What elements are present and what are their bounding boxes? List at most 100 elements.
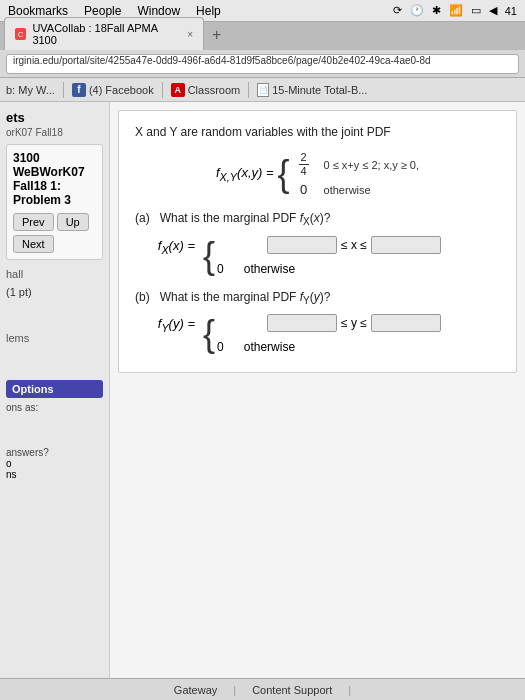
joint-pdf-piecewise: fX,Y(x,y) = { 2 4 0 ≤ x+y ≤ 2; x,y ≥ 0, [216,151,419,197]
pt-label: (1 pt) [6,282,103,302]
problem-header: 3100 WeBWorK07 Fall18 1: Problem 3 Prev … [6,144,103,260]
bookmarks-bar: b: My W... f (4) Facebook A Classroom 📄 … [0,78,525,102]
part-b-text: What is the marginal PDF fY(y)? [160,290,331,304]
left-brace: { [278,156,290,192]
sidebar-ets-label: ets [6,110,25,125]
part-b-constraint: ≤ y ≤ [267,314,441,332]
bookmark-fifteen[interactable]: 📄 15-Minute Total-B... [257,83,367,97]
footer-sep1: | [233,684,236,696]
footer: Gateway | Content Support | [0,678,525,700]
part-b-answer: fY(y) = { ≤ y ≤ [135,314,500,354]
menubar-right: ⟳ 🕐 ✱ 📶 ▭ ◀ 41 [393,4,517,17]
pdf-val-zero: 0 [294,182,314,197]
frac-denominator: 4 [299,165,309,178]
bookmark-facebook[interactable]: f (4) Facebook [72,83,154,97]
part-b-lower-input[interactable] [267,314,337,332]
part-a-answer: fX(x) = { ≤ x ≤ [135,236,500,276]
menu-window[interactable]: Window [137,4,180,18]
prev-button[interactable]: Prev [13,213,54,231]
bookmark-sep-1 [63,82,64,98]
part-b-otherwise-row: 0 otherwise [217,340,441,354]
main-problem-area: X and Y are random variables with the jo… [110,102,525,678]
tab-favicon: C [15,28,26,40]
facebook-icon: f [72,83,86,97]
part-a-cases: ≤ x ≤ 0 otherwise [217,236,441,276]
tab-close-btn[interactable]: × [187,29,193,40]
battery-number: 41 [505,5,517,17]
items-label: lems [6,332,103,344]
menu-bookmarks[interactable]: Bookmarks [8,4,68,18]
part-a-label: (a) [135,211,150,225]
part-a-otherwise-label: otherwise [244,262,295,276]
answers-sub2: ns [6,469,103,480]
part-a-text: What is the marginal PDF fX(x)? [160,211,331,225]
problem-description: X and Y are random variables with the jo… [135,125,500,139]
clock-icon: 🕐 [410,4,424,17]
part-a-lower-input[interactable] [267,236,337,254]
pdf-cond-1: 0 ≤ x+y ≤ 2; x,y ≥ 0, [324,159,419,171]
pdf-function-name: fX,Y(x,y) = [216,165,274,183]
pdf-case-otherwise: 0 otherwise [294,182,419,197]
footer-gateway[interactable]: Gateway [174,684,217,696]
sidebar-subtitle: orK07 Fall18 [6,127,103,138]
pdf-cases: 2 4 0 ≤ x+y ≤ 2; x,y ≥ 0, 0 otherwise [294,151,419,197]
bookmark-sep-2 [162,82,163,98]
address-input[interactable]: irginia.edu/portal/site/4255a47e-0dd9-49… [6,54,519,74]
bluetooth-icon: ✱ [432,4,441,17]
pdf-otherwise: otherwise [324,184,371,196]
part-a-brace-wrap: { ≤ x ≤ 0 otherwise [203,236,441,276]
part-a-constraint: ≤ x ≤ [267,236,441,254]
part-b-question: (b) What is the marginal PDF fY(y)? [135,290,500,306]
footer-support[interactable]: Content Support [252,684,332,696]
myw-label: b: My W... [6,84,55,96]
part-a-func-label: fX(x) = [135,236,195,256]
part-b-input-expr [217,316,257,330]
menu-people[interactable]: People [84,4,121,18]
part-b-brace-wrap: { ≤ y ≤ 0 otherwise [203,314,441,354]
monitor-icon: ▭ [471,4,481,17]
part-a-brace: { [203,238,215,274]
part-b-brace: { [203,316,215,352]
part-a-input-expr [217,238,257,252]
bookmark-classroom[interactable]: A Classroom [171,83,241,97]
joint-pdf-math: fX,Y(x,y) = { 2 4 0 ≤ x+y ≤ 2; x,y ≥ 0, [135,151,500,197]
hall-label: hall [6,268,103,280]
new-tab-button[interactable]: + [204,22,229,48]
answers-text: answers? [6,447,103,458]
up-button[interactable]: Up [57,213,89,231]
next-button[interactable]: Next [13,235,54,253]
part-b-leq: ≤ y ≤ [341,316,367,330]
footer-sep2: | [348,684,351,696]
bookmark-sep-3 [248,82,249,98]
problem-title: 3100 WeBWorK07 Fall18 1: Problem 3 [13,151,96,207]
part-b-row1: ≤ y ≤ [217,314,441,332]
sidebar: ets orK07 Fall18 3100 WeBWorK07 Fall18 1… [0,102,110,678]
part-b-func-label: fY(y) = [135,314,195,334]
pdf-val-frac: 2 4 [294,151,314,178]
part-b-otherwise-label: otherwise [244,340,295,354]
part-a-upper-input[interactable] [371,236,441,254]
bookmark-myw[interactable]: b: My W... [6,84,55,96]
fifteen-label: 15-Minute Total-B... [272,84,367,96]
part-a-question: (a) What is the marginal PDF fX(x)? [135,211,500,227]
options-subtitle: ons as: [6,402,103,413]
sync-icon: ⟳ [393,4,402,17]
fraction-2-4: 2 4 [299,151,309,178]
facebook-count: (4) [89,84,102,96]
part-a-leq: ≤ x ≤ [341,238,367,252]
options-label[interactable]: Options [6,380,103,398]
classroom-icon: A [171,83,185,97]
menu-help[interactable]: Help [196,4,221,18]
browser-tab[interactable]: C UVACollab : 18Fall APMA 3100 × [4,17,204,50]
answers-sub1: o [6,458,103,469]
address-bar: irginia.edu/portal/site/4255a47e-0dd9-49… [0,50,525,78]
part-b-upper-input[interactable] [371,314,441,332]
part-a-row1: ≤ x ≤ [217,236,441,254]
part-a-zero: 0 [217,262,224,276]
part-a-otherwise-row: 0 otherwise [217,262,441,276]
content-area: ets orK07 Fall18 3100 WeBWorK07 Fall18 1… [0,102,525,678]
pdf-case-1: 2 4 0 ≤ x+y ≤ 2; x,y ≥ 0, [294,151,419,178]
facebook-label: Facebook [105,84,153,96]
problem-box: X and Y are random variables with the jo… [118,110,517,373]
tab-title: UVACollab : 18Fall APMA 3100 [32,22,177,46]
